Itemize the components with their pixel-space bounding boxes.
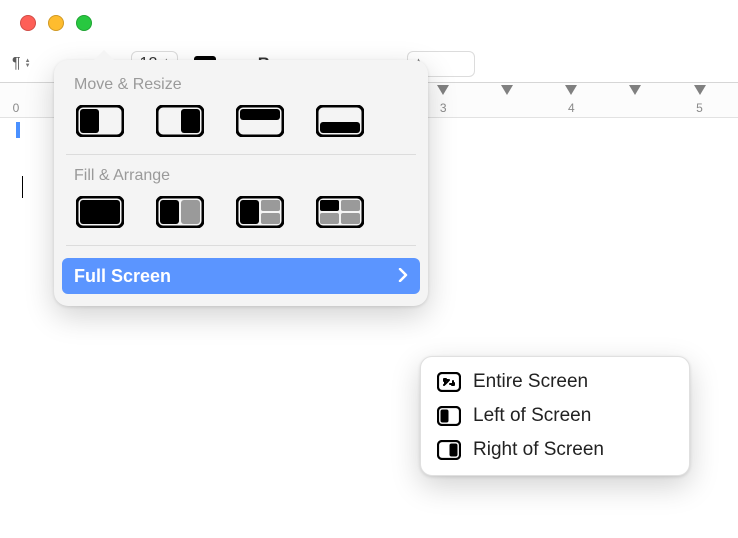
tab-stop-marker[interactable] — [565, 85, 577, 95]
entire-screen-icon — [437, 372, 461, 392]
tile-bottom-half[interactable] — [314, 104, 366, 138]
left-half-icon — [76, 105, 124, 137]
window-tiling-popover: Move & Resize Fill & Arrange — [54, 60, 428, 306]
quarters-icon — [316, 196, 364, 228]
tile-top-half[interactable] — [234, 104, 286, 138]
right-of-screen-icon — [437, 440, 461, 460]
right-half-icon — [156, 105, 204, 137]
left-of-screen-icon — [437, 406, 461, 426]
tile-quarters[interactable] — [314, 195, 366, 229]
titlebar — [0, 0, 738, 46]
ruler-tick-4: 4 — [568, 101, 575, 115]
zoom-button[interactable] — [76, 15, 92, 31]
tile-left-and-quarters[interactable] — [234, 195, 286, 229]
tab-stop-marker[interactable] — [694, 85, 706, 95]
tile-left-half[interactable] — [74, 104, 126, 138]
move-resize-grid — [66, 104, 416, 152]
ruler-tick-3: 3 — [440, 101, 447, 115]
full-screen-submenu: Entire Screen Left of Screen Right of Sc… — [420, 356, 690, 476]
pilcrow-icon: ¶ — [12, 55, 21, 73]
tab-stop-marker[interactable] — [629, 85, 641, 95]
submenu-entire-screen[interactable]: Entire Screen — [427, 365, 683, 399]
bottom-half-icon — [316, 105, 364, 137]
ruler-tick-0: 0 — [13, 101, 20, 115]
submenu-left-of-screen[interactable]: Left of Screen — [427, 399, 683, 433]
stepper-icon: ▲▼ — [25, 59, 31, 69]
ruler-tick-5: 5 — [696, 101, 703, 115]
fill-arrange-grid — [66, 195, 416, 243]
top-half-icon — [236, 105, 284, 137]
left-and-quarters-icon — [236, 196, 284, 228]
window: ¶ ▲▼ ▲▼ 12 ▲▼ a B 0 3 4 5 Move & Resize — [0, 0, 738, 538]
submenu-right-of-screen[interactable]: Right of Screen — [427, 433, 683, 467]
close-button[interactable] — [20, 15, 36, 31]
tile-right-half[interactable] — [154, 104, 206, 138]
tab-stop-marker[interactable] — [501, 85, 513, 95]
submenu-label: Entire Screen — [473, 371, 588, 393]
indent-marker[interactable] — [16, 122, 20, 138]
full-screen-label: Full Screen — [74, 266, 171, 287]
paragraph-style-button[interactable]: ¶ ▲▼ — [12, 55, 31, 73]
minimize-button[interactable] — [48, 15, 64, 31]
left-two-thirds-icon — [156, 196, 204, 228]
tab-stop-marker[interactable] — [437, 85, 449, 95]
text-cursor — [22, 176, 23, 198]
divider — [66, 245, 416, 246]
fill-icon — [76, 196, 124, 228]
section-label-fill: Fill & Arrange — [74, 167, 416, 185]
tile-left-two-thirds[interactable] — [154, 195, 206, 229]
divider — [66, 154, 416, 155]
chevron-right-icon — [398, 266, 408, 287]
submenu-label: Right of Screen — [473, 439, 604, 461]
submenu-label: Left of Screen — [473, 405, 591, 427]
full-screen-menu-item[interactable]: Full Screen — [62, 258, 420, 294]
tile-fill[interactable] — [74, 195, 126, 229]
section-label-move: Move & Resize — [74, 76, 416, 94]
